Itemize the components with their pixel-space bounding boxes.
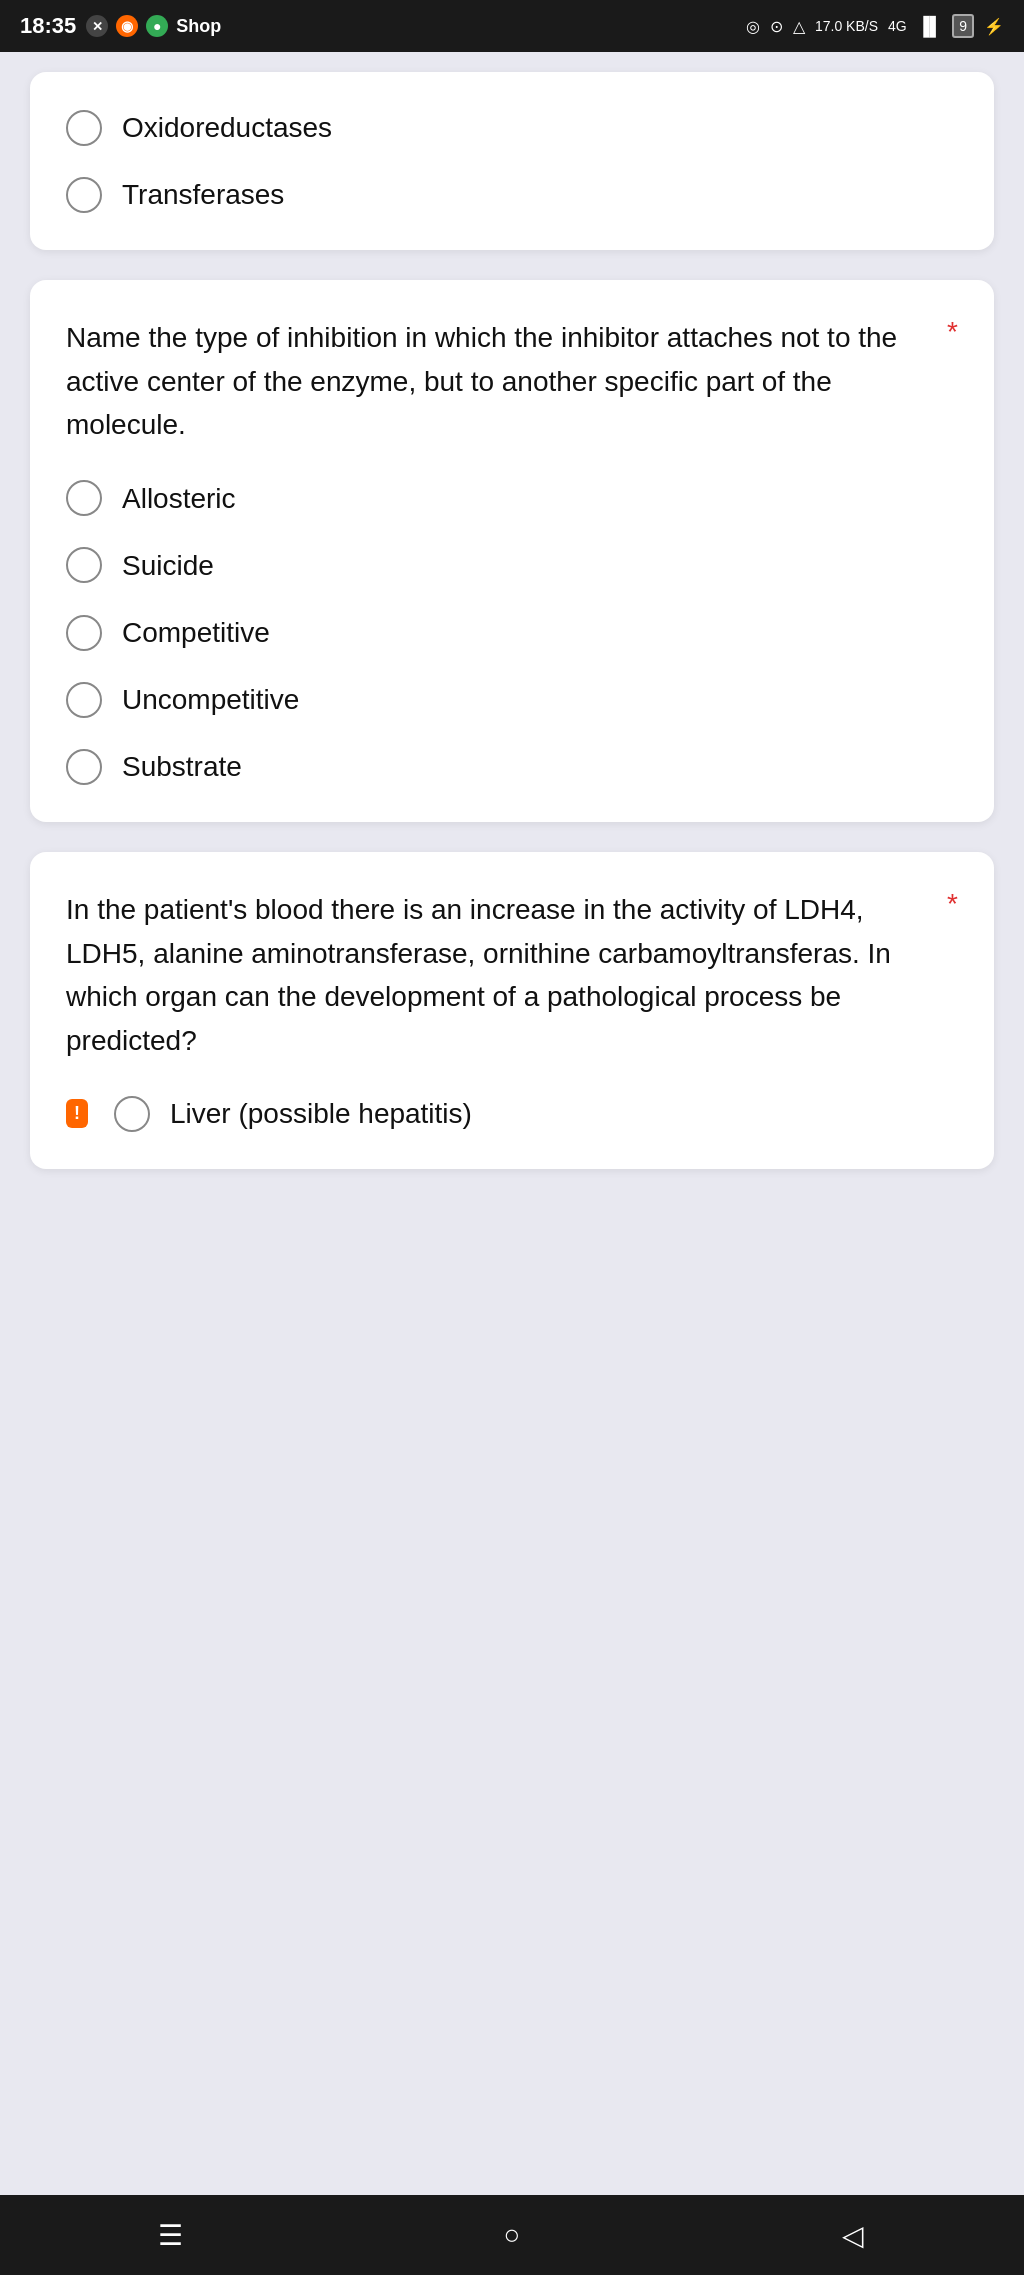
home-circle-icon: ○ [504,2219,521,2251]
radio-substrate[interactable] [66,749,102,785]
required-star-2: * [947,316,958,348]
charging-icon: ⚡ [984,17,1004,36]
app-icon-green: ● [146,15,168,37]
option-oxidoreductases[interactable]: Oxidoreductases [66,108,958,147]
menu-icon: ☰ [158,2219,183,2252]
shop-label: Shop [176,16,221,37]
option-liver[interactable]: ! Liver (possible hepatitis) [66,1094,958,1133]
warning-badge-icon: ! [66,1099,88,1128]
speed-display: 17.0 KB/S [815,18,878,34]
option-label-transferases: Transferases [122,175,284,214]
question-card-2: Name the type of inhibition in which the… [30,280,994,822]
question-text-2: Name the type of inhibition in which the… [66,316,935,446]
radio-allosteric[interactable] [66,480,102,516]
time-display: 18:35 [20,13,76,39]
question-card-3: In the patient's blood there is an incre… [30,852,994,1169]
option-label-competitive: Competitive [122,613,270,652]
back-arrow-icon: ◁ [842,2219,864,2252]
option-label-oxidoreductases: Oxidoreductases [122,108,332,147]
radio-suicide[interactable] [66,547,102,583]
question-text-3: In the patient's blood there is an incre… [66,888,935,1062]
alarm-icon: ◎ [746,17,760,36]
bottom-nav-home[interactable]: ○ [472,2195,552,2275]
main-content: Oxidoreductases Transferases Name the ty… [0,52,1024,2195]
option-competitive[interactable]: Competitive [66,613,958,652]
status-bar: 18:35 ✕ ◉ ● Shop ◎ ⊙ △ 17.0 KB/S 4G ▐▌ 9… [0,0,1024,52]
network-type: 4G [888,18,907,34]
option-label-allosteric: Allosteric [122,479,236,518]
radio-transferases[interactable] [66,177,102,213]
status-right: ◎ ⊙ △ 17.0 KB/S 4G ▐▌ 9 ⚡ [746,14,1004,38]
bell-icon: △ [793,17,805,36]
option-label-suicide: Suicide [122,546,214,585]
option-suicide[interactable]: Suicide [66,546,958,585]
bottom-nav-menu[interactable]: ☰ [131,2195,211,2275]
option-uncompetitive[interactable]: Uncompetitive [66,680,958,719]
clock-icon: ⊙ [770,17,783,36]
options-list-card1: Oxidoreductases Transferases [66,108,958,214]
required-star-3: * [947,888,958,920]
signal-bars-icon: ▐▌ [917,16,943,37]
option-substrate[interactable]: Substrate [66,747,958,786]
bottom-nav-back[interactable]: ◁ [813,2195,893,2275]
option-label-substrate: Substrate [122,747,242,786]
question-header-2: Name the type of inhibition in which the… [66,316,958,446]
radio-competitive[interactable] [66,615,102,651]
radio-liver[interactable] [114,1096,150,1132]
option-transferases[interactable]: Transferases [66,175,958,214]
question-header-3: In the patient's blood there is an incre… [66,888,958,1062]
option-allosteric[interactable]: Allosteric [66,479,958,518]
radio-uncompetitive[interactable] [66,682,102,718]
bottom-nav-bar: ☰ ○ ◁ [0,2195,1024,2275]
question-card-1: Oxidoreductases Transferases [30,72,994,250]
nav-icon-orange: ◉ [116,15,138,37]
options-list-card2: Allosteric Suicide Competitive Uncompeti… [66,479,958,787]
battery-indicator: 9 [952,14,974,38]
option-label-liver: Liver (possible hepatitis) [170,1094,472,1133]
radio-oxidoreductases[interactable] [66,110,102,146]
options-list-card3: ! Liver (possible hepatitis) [66,1094,958,1133]
option-label-uncompetitive: Uncompetitive [122,680,299,719]
notification-icon-x: ✕ [86,15,108,37]
